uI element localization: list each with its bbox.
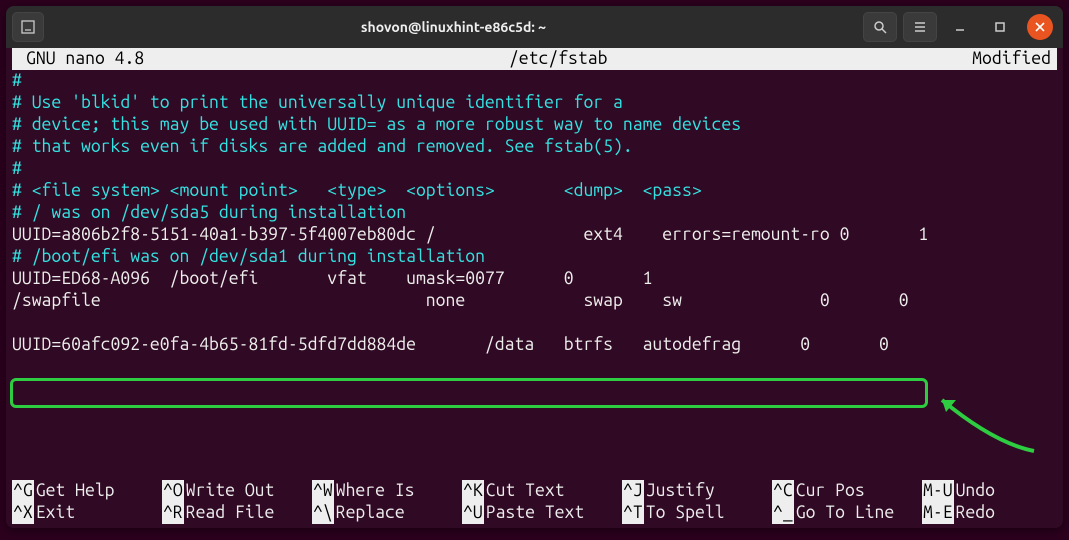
help-redo: M-ERedo — [922, 502, 995, 524]
help-go-to-line: ^_Go To Line — [772, 502, 922, 524]
close-button[interactable] — [1027, 14, 1053, 40]
fstab-entry: /swapfile none swap sw 0 0 — [12, 291, 909, 310]
help-row: ^XExit ^RRead File ^\Replace ^UPaste Tex… — [12, 502, 1057, 524]
help-undo: M-UUndo — [922, 480, 995, 502]
comment-line: # device; this may be used with UUID= as… — [12, 115, 741, 134]
help-write-out: ^OWrite Out — [162, 480, 312, 502]
search-button[interactable] — [863, 12, 897, 42]
nano-help-bar: ^GGet Help ^OWrite Out ^WWhere Is ^KCut … — [6, 480, 1063, 528]
comment-line: # — [12, 71, 22, 90]
window-title: shovon@linuxhint-e86c5d: ~ — [50, 19, 857, 35]
comment-line: # that works even if disks are added and… — [12, 137, 633, 156]
minimize-button[interactable] — [947, 14, 973, 40]
help-to-spell: ^TTo Spell — [622, 502, 772, 524]
editor-content[interactable]: # # Use 'blkid' to print the universally… — [6, 70, 1063, 356]
comment-line: # Use 'blkid' to print the universally u… — [12, 93, 623, 112]
help-row: ^GGet Help ^OWrite Out ^WWhere Is ^KCut … — [12, 480, 1057, 502]
comment-line: # — [12, 159, 22, 178]
comment-line: # / was on /dev/sda5 during installation — [12, 203, 406, 222]
help-cut-text: ^KCut Text — [462, 480, 622, 502]
annotation-arrow-icon — [934, 388, 1044, 468]
fstab-entry: UUID=a806b2f8-5151-40a1-b397-5f4007eb80d… — [12, 225, 928, 244]
help-paste-text: ^UPaste Text — [462, 502, 622, 524]
nano-statusbar: GNU nano 4.8 /etc/fstab Modified — [12, 48, 1057, 70]
terminal-window: shovon@linuxhint-e86c5d: ~ GNU nano 4.8 … — [6, 6, 1063, 528]
new-tab-button[interactable] — [12, 12, 44, 42]
help-get-help: ^GGet Help — [12, 480, 162, 502]
comment-line: # <file system> <mount point> <type> <op… — [12, 181, 702, 200]
terminal-content[interactable]: GNU nano 4.8 /etc/fstab Modified # # Use… — [6, 48, 1063, 528]
maximize-button[interactable] — [987, 14, 1013, 40]
comment-line: # /boot/efi was on /dev/sda1 during inst… — [12, 247, 485, 266]
nano-version: GNU nano 4.8 — [16, 48, 144, 70]
annotation-highlight-box — [10, 378, 928, 408]
fstab-entry: UUID=ED68-A096 /boot/efi vfat umask=0077… — [12, 269, 652, 288]
help-exit: ^XExit — [12, 502, 162, 524]
help-where-is: ^WWhere Is — [312, 480, 462, 502]
help-replace: ^\Replace — [312, 502, 462, 524]
nano-modified: Modified — [972, 48, 1053, 70]
nano-filename: /etc/fstab — [144, 48, 972, 70]
help-justify: ^JJustify — [622, 480, 772, 502]
help-cur-pos: ^CCur Pos — [772, 480, 922, 502]
fstab-entry-highlighted: UUID=60afc092-e0fa-4b65-81fd-5dfd7dd884d… — [12, 335, 889, 354]
titlebar: shovon@linuxhint-e86c5d: ~ — [6, 6, 1063, 48]
hamburger-menu-button[interactable] — [903, 12, 937, 42]
help-read-file: ^RRead File — [162, 502, 312, 524]
